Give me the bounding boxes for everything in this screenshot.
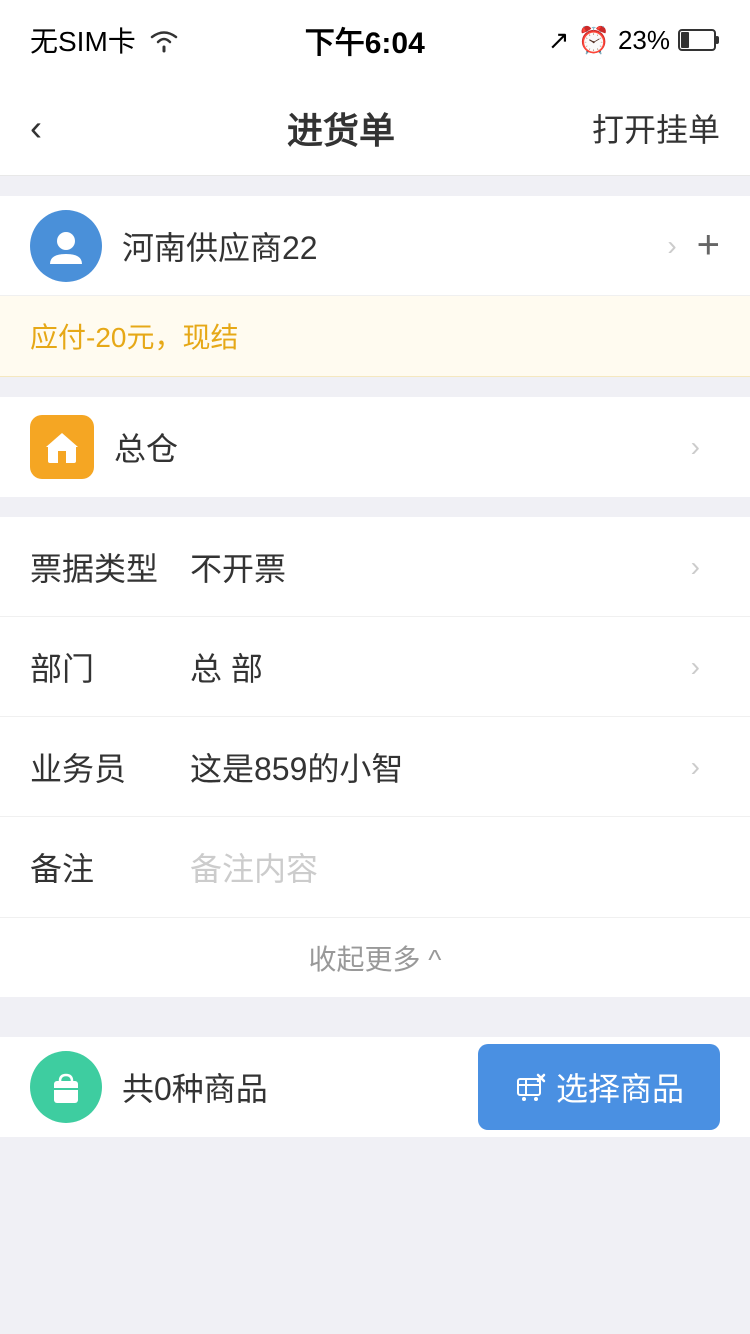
collapse-label: 收起更多 ^: [309, 938, 442, 978]
invoice-type-label: 票据类型: [30, 544, 190, 590]
section-gap-1: [0, 176, 750, 196]
notice-banner: 应付-20元，现结: [0, 296, 750, 377]
warehouse-chevron-icon: ›: [691, 431, 700, 463]
cart-icon: [514, 1073, 546, 1101]
alarm-icon: ⏰: [578, 25, 610, 56]
status-left: 无SIM卡: [30, 20, 182, 60]
supplier-chevron-icon: ›: [667, 230, 676, 262]
salesperson-value: 这是859的小智: [190, 744, 691, 790]
add-button[interactable]: +: [697, 223, 720, 268]
select-product-button[interactable]: 选择商品: [478, 1044, 720, 1130]
invoice-type-value: 不开票: [190, 544, 691, 590]
status-right: ↗ ⏰ 23%: [548, 25, 720, 56]
warehouse-section: 总仓 ›: [0, 397, 750, 497]
status-time: 下午6:04: [305, 18, 425, 62]
page-title: 进货单: [90, 102, 592, 154]
form-section: 票据类型 不开票 › 部门 总 部 › 业务员 这是859的小智 › 备注 备注…: [0, 517, 750, 917]
nav-bar: ‹ 进货单 打开挂单: [0, 80, 750, 176]
remark-input[interactable]: 备注内容: [190, 844, 720, 890]
collapse-row[interactable]: 收起更多 ^: [0, 917, 750, 997]
section-gap-3: [0, 997, 750, 1017]
supplier-section: 河南供应商22 › + 应付-20元，现结: [0, 196, 750, 377]
bottom-bar: 共0种商品 选择商品: [0, 1037, 750, 1137]
wifi-icon: [146, 27, 182, 53]
remark-label: 备注: [30, 844, 190, 890]
department-chevron-icon: ›: [691, 651, 700, 683]
warehouse-icon: [44, 429, 80, 465]
warehouse-icon-bg: [30, 415, 94, 479]
status-bar: 无SIM卡 下午6:04 ↗ ⏰ 23%: [0, 0, 750, 80]
department-row[interactable]: 部门 总 部 ›: [0, 617, 750, 717]
supplier-row[interactable]: 河南供应商22 › +: [0, 196, 750, 296]
avatar-icon: [46, 226, 86, 266]
supplier-avatar: [30, 210, 102, 282]
select-product-label: 选择商品: [556, 1064, 684, 1110]
invoice-type-chevron-icon: ›: [691, 551, 700, 583]
department-value: 总 部: [190, 644, 691, 690]
carrier-text: 无SIM卡: [30, 20, 136, 60]
warehouse-row[interactable]: 总仓 ›: [0, 397, 750, 497]
battery-text: 23%: [618, 25, 670, 56]
product-count-label: 共0种商品: [122, 1064, 478, 1110]
invoice-type-row[interactable]: 票据类型 不开票 ›: [0, 517, 750, 617]
salesperson-chevron-icon: ›: [691, 751, 700, 783]
shopping-bag-icon: [46, 1067, 86, 1107]
department-label: 部门: [30, 644, 190, 690]
section-gap-2: [0, 377, 750, 397]
location-icon: ↗: [548, 25, 570, 56]
battery-icon: [678, 29, 720, 51]
supplier-name: 河南供应商22: [122, 223, 667, 269]
warehouse-name: 总仓: [114, 424, 691, 470]
open-pending-button[interactable]: 打开挂单: [592, 105, 720, 151]
salesperson-row[interactable]: 业务员 这是859的小智 ›: [0, 717, 750, 817]
product-icon-bg: [30, 1051, 102, 1123]
remark-row[interactable]: 备注 备注内容: [0, 817, 750, 917]
salesperson-label: 业务员: [30, 744, 190, 790]
back-button[interactable]: ‹: [30, 107, 90, 149]
